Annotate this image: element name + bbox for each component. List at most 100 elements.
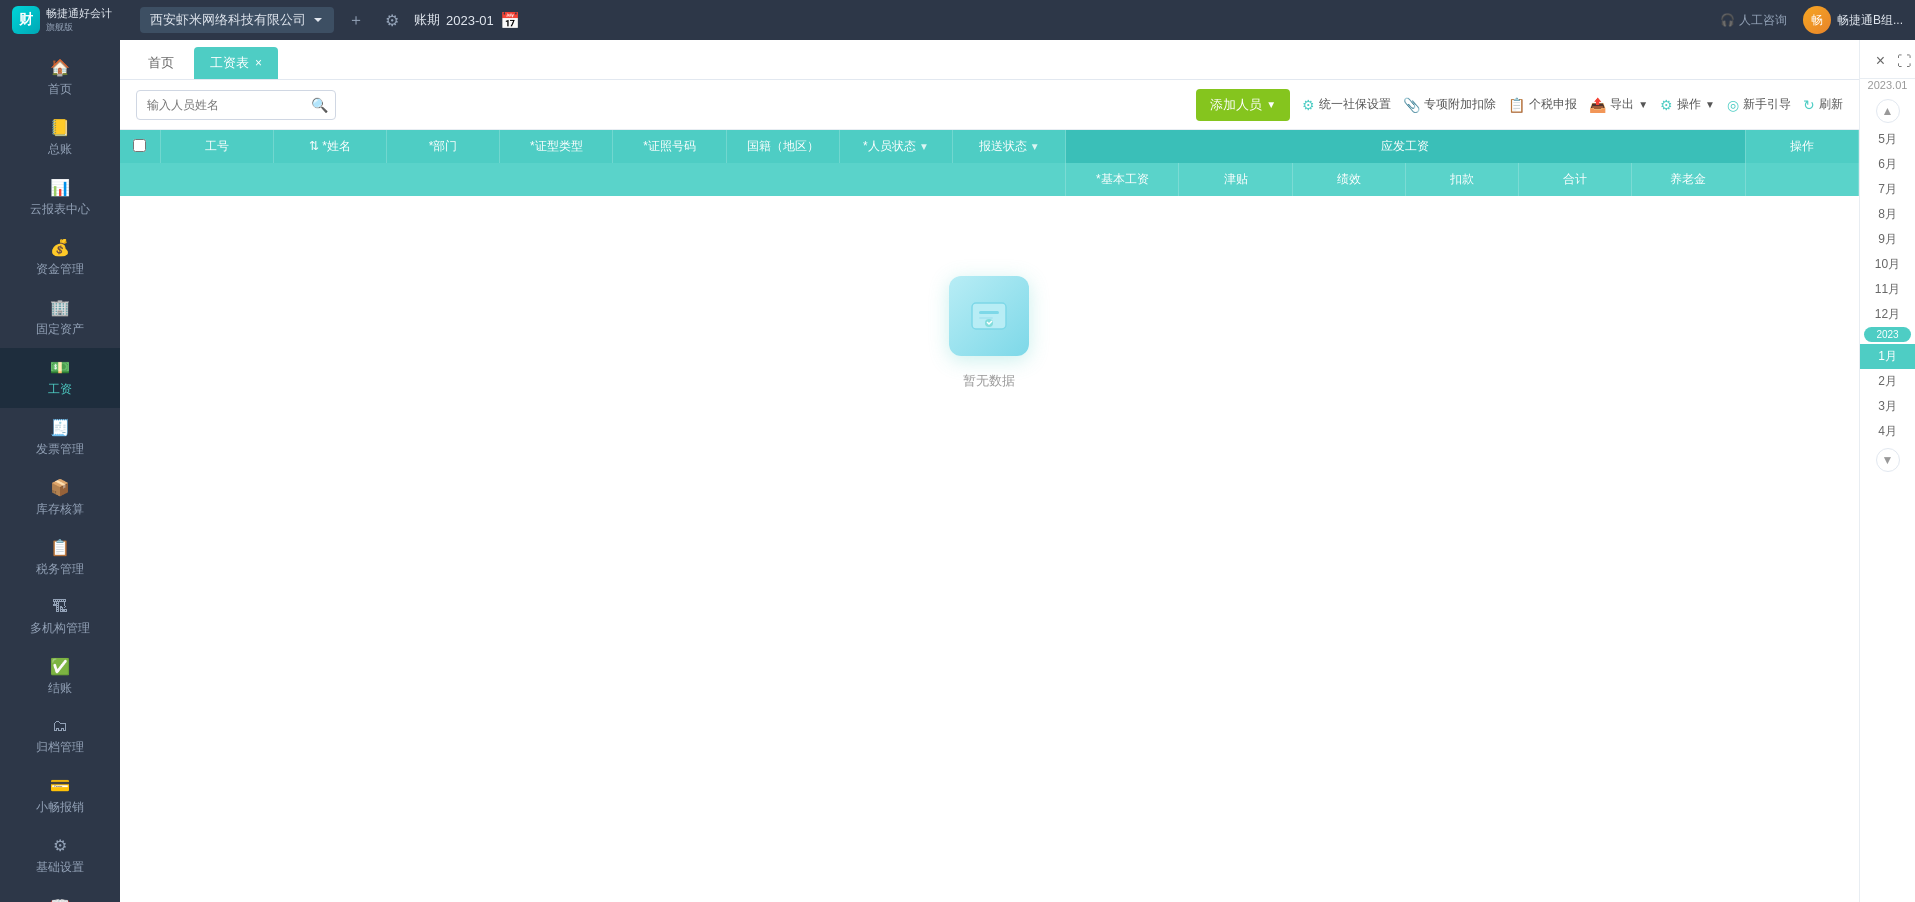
guide-action[interactable]: ◎ 新手引导 (1727, 96, 1791, 113)
timeline-item-5[interactable]: 5月 (1860, 127, 1915, 152)
timeline-item-9[interactable]: 9月 (1860, 227, 1915, 252)
tab-home[interactable]: 首页 (132, 47, 190, 79)
timeline-item-10[interactable]: 10月 (1860, 252, 1915, 277)
export-chevron: ▼ (1638, 99, 1648, 110)
main-layout: 🏠 首页 📒 总账 📊 云报表中心 💰 资金管理 🏢 固定资产 💵 工资 🧾 发… (0, 40, 1915, 902)
tab-payroll-label: 工资表 (210, 54, 249, 72)
timeline-scroll-up-button[interactable]: ▲ (1876, 99, 1900, 123)
report-icon: 📊 (50, 178, 70, 197)
sidebar-item-payroll[interactable]: 💵 工资 (0, 348, 120, 408)
period-label: 账期 (414, 11, 440, 29)
timeline-item-3[interactable]: 3月 (1860, 394, 1915, 419)
year-badge: 2023 (1864, 327, 1911, 342)
search-input[interactable] (136, 90, 336, 120)
th-cert-number: *证照号码 (613, 130, 726, 163)
th-person-status: *人员状态 ▼ (839, 130, 952, 163)
calendar-icon[interactable]: 📅 (500, 11, 520, 30)
th-operation: 操作 (1745, 130, 1858, 163)
th-checkbox[interactable] (120, 130, 160, 163)
timeline-item-11[interactable]: 11月 (1860, 277, 1915, 302)
social-insurance-icon: ⚙ (1302, 97, 1315, 113)
sidebar-item-assets[interactable]: 🏢 固定资产 (0, 288, 120, 348)
sidebar-item-multi[interactable]: 🏗 多机构管理 (0, 588, 120, 647)
sidebar-item-expense[interactable]: 💳 小畅报销 (0, 766, 120, 826)
operation-action[interactable]: ⚙ 操作 ▼ (1660, 96, 1715, 113)
multi-icon: 🏗 (52, 598, 68, 616)
sidebar-item-ledger[interactable]: 📒 总账 (0, 108, 120, 168)
th-pension: 养老金 (1632, 163, 1745, 196)
refresh-action[interactable]: ↻ 刷新 (1803, 96, 1843, 113)
svg-rect-2 (979, 317, 993, 319)
timeline-item-6[interactable]: 6月 (1860, 152, 1915, 177)
tax-declaration-action[interactable]: 📋 个税申报 (1508, 96, 1577, 113)
add-button[interactable]: ＋ (342, 6, 370, 34)
sidebar-item-home[interactable]: 🏠 首页 (0, 48, 120, 108)
service-button[interactable]: 🎧 人工咨询 (1720, 12, 1787, 29)
timeline-item-12[interactable]: 12月 (1860, 302, 1915, 327)
table-body: 暂无数据 (120, 196, 1859, 470)
timeline-item-4[interactable]: 4月 (1860, 419, 1915, 444)
sidebar-item-tax[interactable]: 📋 税务管理 (0, 528, 120, 588)
sidebar-label-ledger: 总账 (48, 141, 72, 158)
toolbar: 🔍 添加人员 ▼ ⚙ 统一社保设置 📎 专项附加扣除 📋 个税申报 📤 (120, 80, 1859, 130)
sidebar-label-settings: 基础设置 (36, 859, 84, 876)
panel-expand-button[interactable]: ⛶ (1897, 53, 1911, 69)
sidebar-label-invoice: 发票管理 (36, 441, 84, 458)
sidebar-label-multi: 多机构管理 (30, 620, 90, 637)
th-name: ⇅ *姓名 (273, 130, 386, 163)
header-actions: ＋ ⚙ (342, 6, 406, 34)
expense-icon: 💳 (50, 776, 70, 795)
person-status-filter-icon[interactable]: ▼ (919, 141, 929, 152)
tab-close-button[interactable]: × (255, 56, 262, 70)
operation-label: 操作 (1677, 96, 1701, 113)
sidebar-item-report[interactable]: 📊 云报表中心 (0, 168, 120, 228)
svg-rect-1 (979, 311, 999, 314)
settings-icon: ⚙ (53, 836, 67, 855)
sidebar-item-settings[interactable]: ⚙ 基础设置 (0, 826, 120, 886)
timeline-item-2[interactable]: 2月 (1860, 369, 1915, 394)
sidebar-label-report: 云报表中心 (30, 201, 90, 218)
report-status-filter-icon[interactable]: ▼ (1030, 141, 1040, 152)
sidebar-item-invoice[interactable]: 🧾 发票管理 (0, 408, 120, 468)
sidebar-item-archive[interactable]: 🗂 归档管理 (0, 707, 120, 766)
empty-svg (964, 291, 1014, 341)
user-info[interactable]: 畅 畅捷通B组... (1803, 6, 1903, 34)
settings-button[interactable]: ⚙ (378, 6, 406, 34)
tax-declaration-icon: 📋 (1508, 97, 1525, 113)
select-all-checkbox[interactable] (133, 139, 146, 152)
empty-text: 暂无数据 (963, 372, 1015, 390)
timeline-item-8[interactable]: 8月 (1860, 202, 1915, 227)
company-selector[interactable]: 西安虾米网络科技有限公司 (140, 7, 334, 33)
top-header: 财 畅捷通好会计 旗舰版 西安虾米网络科技有限公司 ＋ ⚙ 账期 2023-01… (0, 0, 1915, 40)
add-person-label: 添加人员 (1210, 96, 1262, 114)
sidebar-label-inventory: 库存核算 (36, 501, 84, 518)
export-action[interactable]: 📤 导出 ▼ (1589, 96, 1648, 113)
panel-close-button[interactable]: × (1876, 52, 1885, 70)
timeline-scroll-down-button[interactable]: ▼ (1876, 448, 1900, 472)
sidebar-label-payroll: 工资 (48, 381, 72, 398)
add-person-button[interactable]: 添加人员 ▼ (1196, 89, 1290, 121)
timeline-item-1-current[interactable]: 1月 (1860, 344, 1915, 369)
app-name: 畅捷通好会计 (46, 6, 112, 20)
sidebar-item-guide[interactable]: 📖 新手引导 (0, 886, 120, 902)
social-insurance-action[interactable]: ⚙ 统一社保设置 (1302, 96, 1391, 113)
guide-icon: 📖 (50, 896, 70, 902)
special-deduction-action[interactable]: 📎 专项附加扣除 (1403, 96, 1496, 113)
sidebar-item-inventory[interactable]: 📦 库存核算 (0, 468, 120, 528)
tab-payroll[interactable]: 工资表 × (194, 47, 278, 79)
timeline-panel: × ⛶ 2023.01 ▲ 5月 6月 7月 8月 9月 10月 11月 12月… (1859, 40, 1915, 902)
th-op-sub (1745, 163, 1858, 196)
operation-chevron: ▼ (1705, 99, 1715, 110)
social-insurance-label: 统一社保设置 (1319, 96, 1391, 113)
th-nationality: 国籍（地区） (726, 130, 839, 163)
th-performance: 绩效 (1292, 163, 1405, 196)
export-icon: 📤 (1589, 97, 1606, 113)
timeline-item-7[interactable]: 7月 (1860, 177, 1915, 202)
export-label: 导出 (1610, 96, 1634, 113)
table-header-row: 工号 ⇅ *姓名 *部门 *证型类型 *证照号码 国籍（地区） *人员状态 ▼ … (120, 130, 1859, 163)
sidebar-item-close[interactable]: ✅ 结账 (0, 647, 120, 707)
payroll-icon: 💵 (50, 358, 70, 377)
logo-area: 财 畅捷通好会计 旗舰版 (12, 6, 132, 34)
th-employee-id: 工号 (160, 130, 273, 163)
sidebar-item-fund[interactable]: 💰 资金管理 (0, 228, 120, 288)
